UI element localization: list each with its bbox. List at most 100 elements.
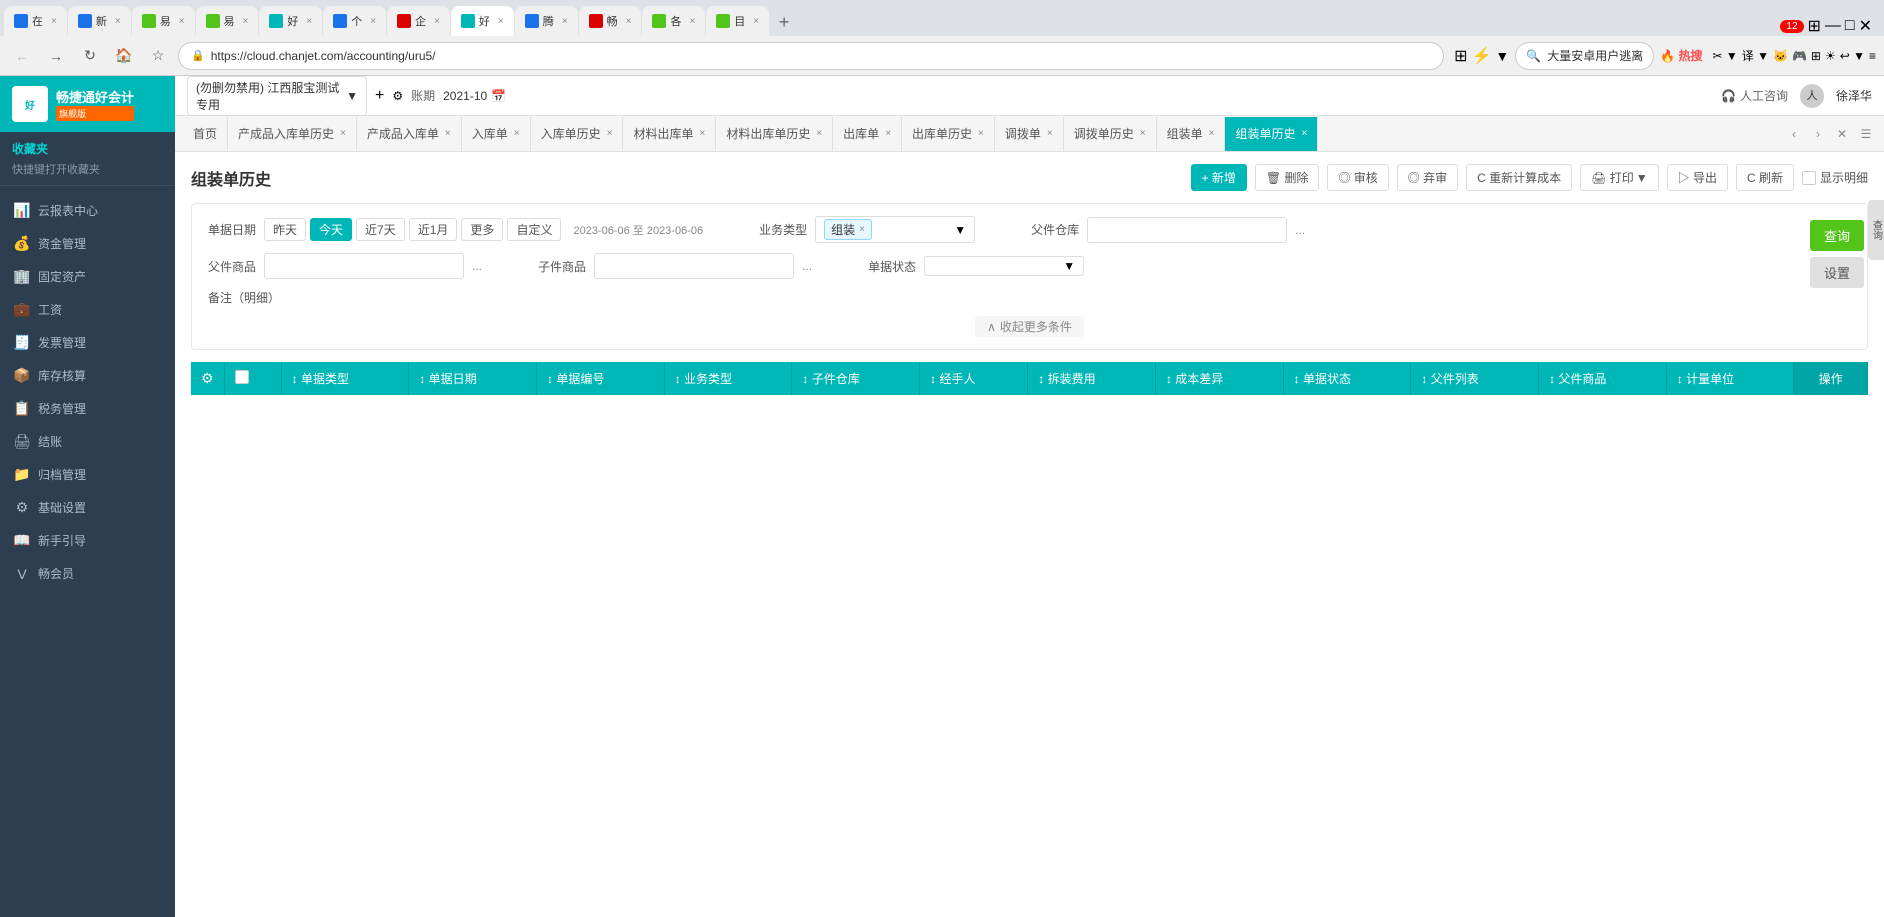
nav-tab-chukudan[interactable]: 出库单 × — [833, 117, 902, 151]
nav-tab-cailiao-chukudan[interactable]: 材料出库单 × — [623, 117, 716, 151]
date-btn-custom[interactable]: 自定义 — [507, 218, 561, 241]
new-button[interactable]: + 新增 — [1191, 164, 1247, 191]
undo-icon[interactable]: ↩ ▼ — [1840, 49, 1865, 63]
address-input[interactable]: 🔒 https://cloud.chanjet.com/accounting/u… — [178, 42, 1444, 70]
nav-tab-zuzhuangdan[interactable]: 组装单 × — [1157, 117, 1226, 151]
date-btn-more[interactable]: 更多 — [461, 218, 503, 241]
table-col-cost-diff[interactable]: ↕ 成本差异 — [1155, 362, 1283, 395]
table-col-biz-type[interactable]: ↕ 业务类型 — [664, 362, 792, 395]
display-checkbox[interactable] — [1802, 171, 1816, 185]
table-col-parent-list[interactable]: ↕ 父件列表 — [1411, 362, 1539, 395]
right-panel-query-btn[interactable]: 查询 — [1868, 200, 1884, 260]
nav-tab-rukudan-lishi[interactable]: 入库单历史 × — [531, 117, 624, 151]
nav-tab-close-7[interactable]: × — [885, 128, 891, 139]
browser-tab-7[interactable]: 企 × — [387, 6, 450, 36]
sidebar-item-guide[interactable]: 📖 新手引导 — [0, 524, 175, 557]
nav-tab-close-11[interactable]: × — [1209, 128, 1215, 139]
nav-tab-close-12[interactable]: × — [1301, 128, 1307, 139]
parent-goods-more[interactable]: ... — [472, 259, 482, 273]
nav-tab-diaobodan[interactable]: 调拨单 × — [995, 117, 1064, 151]
nav-tab-close-6[interactable]: × — [816, 128, 822, 139]
dropdown-icon[interactable]: ▼ — [1495, 48, 1509, 64]
nav-tab-diaobodan-lishi[interactable]: 调拨单历史 × — [1064, 117, 1157, 151]
sidebar-item-settlement[interactable]: 🖨 结账 — [0, 425, 175, 458]
sidebar-item-reports[interactable]: 📊 云报表中心 — [0, 194, 175, 227]
nav-tab-close-1[interactable]: × — [340, 128, 346, 139]
nav-tab-close-8[interactable]: × — [978, 128, 984, 139]
export-button[interactable]: ▷ 导出 — [1667, 164, 1728, 191]
sidebar-item-invoice[interactable]: 🧾 发票管理 — [0, 326, 175, 359]
search-bar[interactable]: 🔍 大量安卓用户逃离 — [1515, 42, 1654, 70]
menu-icon[interactable]: ≡ — [1869, 49, 1876, 63]
browser-tab-4[interactable]: 易 × — [196, 6, 259, 36]
table-col-checkbox[interactable] — [224, 362, 281, 395]
nav-tab-home[interactable]: 首页 — [183, 117, 228, 151]
sidebar-item-archive[interactable]: 📁 归档管理 — [0, 458, 175, 491]
date-btn-1month[interactable]: 近1月 — [409, 218, 458, 241]
tab-more-dropdown[interactable]: ☰ — [1856, 124, 1876, 144]
table-settings-icon[interactable]: ⚙ — [201, 370, 214, 386]
nav-tab-close-5[interactable]: × — [699, 128, 705, 139]
tab-scroll-right[interactable]: › — [1808, 124, 1828, 144]
table-col-bill-date[interactable]: ↕ 单据日期 — [409, 362, 537, 395]
maximize-icon[interactable]: □ — [1845, 17, 1855, 35]
abandon-button[interactable]: ◎ 弃审 — [1397, 164, 1458, 191]
sidebar-item-assets[interactable]: 🏢 固定资产 — [0, 260, 175, 293]
translate-icon[interactable]: 译 ▼ — [1742, 47, 1769, 64]
user-name-display[interactable]: 徐泽华 — [1836, 87, 1872, 104]
date-btn-7days[interactable]: 近7天 — [356, 218, 405, 241]
user-avatar[interactable]: 人 — [1800, 84, 1824, 108]
sidebar-item-payroll[interactable]: 💼 工资 — [0, 293, 175, 326]
parent-warehouse-input[interactable] — [1087, 217, 1287, 243]
browser-tab-9[interactable]: 腾 × — [515, 6, 578, 36]
tab-close-all[interactable]: ✕ — [1832, 124, 1852, 144]
hot-tag[interactable]: 🔥 热搜 — [1660, 47, 1702, 64]
child-goods-more[interactable]: ... — [802, 259, 812, 273]
sun-icon[interactable]: ☀ — [1825, 49, 1836, 63]
table-settings-col[interactable]: ⚙ — [191, 362, 224, 395]
sidebar-item-member[interactable]: V 畅会员 — [0, 557, 175, 590]
lightning-icon[interactable]: ⚡ — [1471, 46, 1491, 66]
parent-warehouse-more[interactable]: ... — [1295, 223, 1305, 237]
table-col-child-warehouse[interactable]: ↕ 子件仓库 — [792, 362, 920, 395]
new-tab-button[interactable]: + — [770, 8, 798, 36]
nav-tab-chukudan-lishi[interactable]: 出库单历史 × — [902, 117, 995, 151]
biz-type-tag-close[interactable]: × — [859, 224, 865, 235]
audit-button[interactable]: ◎ 审核 — [1327, 164, 1388, 191]
refresh-button[interactable]: ↻ — [76, 42, 104, 70]
nav-tab-close-2[interactable]: × — [445, 128, 451, 139]
sidebar-item-settings[interactable]: ⚙ 基础设置 — [0, 491, 175, 524]
nav-tab-chanpin-rukudan-lishi[interactable]: 产成品入库单历史 × — [228, 117, 357, 151]
browser-tab-5[interactable]: 好 × — [259, 6, 322, 36]
bill-status-select[interactable]: ▼ — [924, 256, 1084, 276]
emoji-icon[interactable]: 🐱 — [1773, 49, 1788, 63]
browser-tab-3[interactable]: 易 × — [132, 6, 195, 36]
service-button[interactable]: 🎧 人工咨询 — [1721, 87, 1788, 104]
layout-icon[interactable]: ⊞ — [1811, 49, 1821, 63]
nav-tab-zuzhuangdan-lishi[interactable]: 组装单历史 × — [1225, 117, 1318, 151]
display-toggle[interactable]: 显示明细 — [1802, 169, 1868, 186]
browser-tab-6[interactable]: 个 × — [323, 6, 386, 36]
minimize-icon[interactable]: — — [1825, 17, 1841, 35]
sidebar-item-inventory[interactable]: 📦 库存核算 — [0, 359, 175, 392]
nav-tab-rukudan[interactable]: 入库单 × — [462, 117, 531, 151]
nav-tab-close-9[interactable]: × — [1047, 128, 1053, 139]
nav-tab-close-10[interactable]: × — [1140, 128, 1146, 139]
collapse-button[interactable]: ∧ 收起更多条件 — [975, 316, 1084, 337]
sidebar-item-funds[interactable]: 💰 资金管理 — [0, 227, 175, 260]
table-col-bill-no[interactable]: ↕ 单据编号 — [537, 362, 665, 395]
browser-tab-8[interactable]: 好 × — [451, 6, 514, 36]
child-goods-input[interactable] — [594, 253, 794, 279]
grid-icon[interactable]: ⊞ — [1454, 46, 1467, 66]
table-col-unit[interactable]: ↕ 计量单位 — [1666, 362, 1794, 395]
date-btn-today[interactable]: 今天 — [310, 218, 352, 241]
parent-goods-input[interactable] — [264, 253, 464, 279]
table-select-all-checkbox[interactable] — [235, 370, 249, 384]
calendar-icon[interactable]: 📅 — [491, 89, 506, 103]
home-button[interactable]: 🏠 — [110, 42, 138, 70]
settings-gear-icon[interactable]: ⚙ — [392, 89, 403, 103]
refresh-button[interactable]: C 刷新 — [1736, 164, 1794, 191]
settings-button[interactable]: 设置 — [1810, 257, 1864, 288]
nav-tab-cailiao-chukudan-lishi[interactable]: 材料出库单历史 × — [716, 117, 833, 151]
sidebar-favorites[interactable]: 收藏夹 快捷键打开收藏夹 — [0, 132, 175, 186]
